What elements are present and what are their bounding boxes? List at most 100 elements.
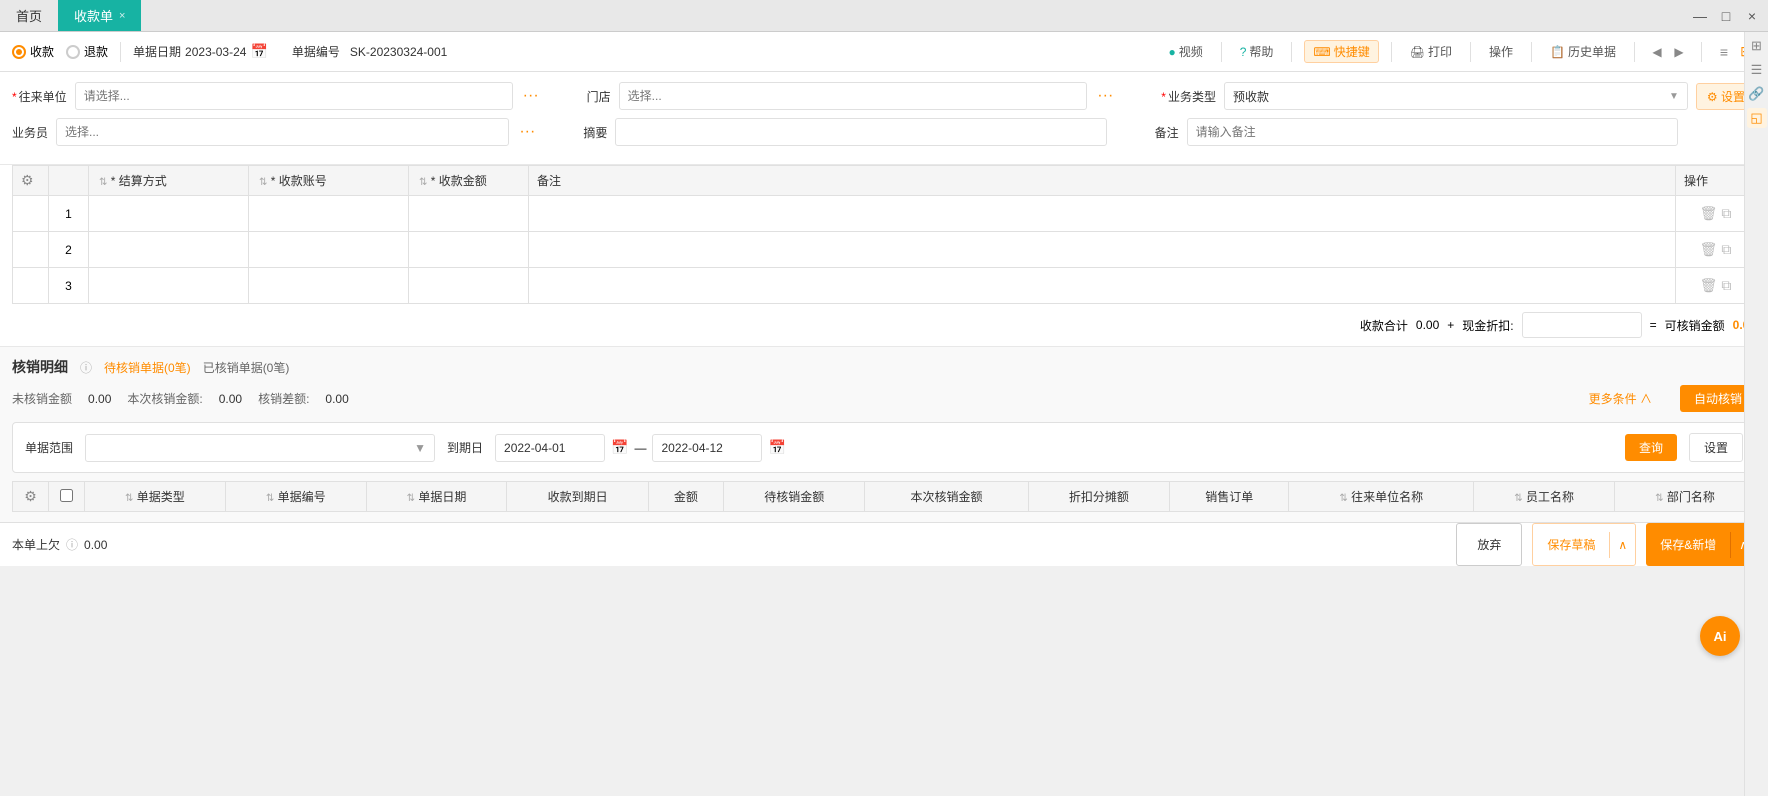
top-toolbar: 收款 退款 单据日期 2023-03-24 📅 单据编号 SK-20230324… (0, 32, 1768, 72)
help-button[interactable]: ? 帮助 (1234, 41, 1280, 62)
row3-copy-icon[interactable]: ⧉ (1721, 277, 1731, 294)
date-range-separator: — (634, 441, 646, 455)
discount-input[interactable] (1522, 312, 1642, 338)
date-calendar-icon[interactable]: 📅 (250, 43, 267, 60)
sidebar-table-icon[interactable]: ⊞ (1747, 36, 1767, 56)
row1-method[interactable] (89, 196, 249, 232)
operation-button[interactable]: 操作 (1483, 41, 1519, 62)
history-icon: 📋 (1550, 45, 1565, 59)
refund-radio[interactable]: 退款 (66, 43, 108, 60)
store-more-icon[interactable]: ··· (1097, 87, 1113, 105)
remark-section: 备注 (1155, 118, 1678, 146)
row3-amount[interactable] (409, 268, 529, 304)
date-to-input[interactable] (652, 434, 762, 462)
close-button[interactable]: × (1740, 4, 1764, 28)
help-label: 帮助 (1249, 43, 1273, 60)
draft-button[interactable]: 保存草稿 ∧ (1532, 523, 1636, 566)
summary-section: 摘要 (583, 118, 1106, 146)
more-conditions-button[interactable]: 更多条件 ∧ (1589, 390, 1652, 407)
row3-account[interactable] (249, 268, 409, 304)
btable-date-header: ⇅ 单据日期 (366, 482, 507, 512)
store-input[interactable] (619, 82, 1088, 110)
table-gear-icon[interactable]: ⚙ (21, 172, 34, 188)
table-section: ⚙ ⇅ * 结算方式 ⇅ * 收款账号 ⇅ * 收款金额 备 (0, 165, 1768, 304)
video-button[interactable]: ● 视频 (1162, 41, 1208, 62)
tab-home[interactable]: 首页 (0, 0, 58, 31)
history-button[interactable]: 📋 历史单据 (1544, 41, 1622, 62)
account-sort-icon: ⇅ (259, 177, 267, 188)
receipt-radio[interactable]: 收款 (12, 43, 54, 60)
remark-input[interactable] (1187, 118, 1678, 146)
nav-prev-button[interactable]: ◀ (1647, 42, 1667, 62)
draft-button-label[interactable]: 保存草稿 (1533, 530, 1609, 559)
range-select[interactable]: ▼ (85, 434, 435, 462)
btable-gear-icon[interactable]: ⚙ (24, 488, 37, 504)
nav-next-button[interactable]: ▶ (1669, 42, 1689, 62)
number-value: SK-20230324-001 (350, 45, 447, 59)
row1-copy-icon[interactable]: ⧉ (1721, 205, 1731, 222)
sidebar-expand-icon[interactable]: ◱ (1747, 108, 1767, 128)
maximize-button[interactable]: □ (1714, 4, 1738, 28)
row2-delete-icon[interactable]: 🗑 (1700, 241, 1718, 258)
summary-input[interactable] (615, 118, 1106, 146)
minimize-button[interactable]: — (1688, 4, 1712, 28)
reconcile-title: 核销明细 (12, 357, 68, 377)
row1-amount[interactable] (409, 196, 529, 232)
date-from-input[interactable] (495, 434, 605, 462)
query-button[interactable]: 查询 (1625, 434, 1677, 461)
select-all-checkbox[interactable] (60, 489, 73, 502)
receipt-refund-group: 收款 退款 (12, 43, 108, 60)
row2-method[interactable] (89, 232, 249, 268)
list-view-button[interactable]: ≡ (1714, 42, 1734, 62)
row3-remark[interactable] (529, 268, 1676, 304)
reconcile-info-icon[interactable]: ⓘ (80, 359, 92, 376)
row2-remark[interactable] (529, 232, 1676, 268)
tab-active[interactable]: 收款单 × (58, 0, 141, 31)
footer-info-icon[interactable]: ⓘ (66, 536, 78, 553)
salesperson-input[interactable] (56, 118, 509, 146)
row1-remark[interactable] (529, 196, 1676, 232)
ai-button[interactable]: Ai (1700, 616, 1740, 656)
row3-settings (13, 268, 49, 304)
page-wrapper: 首页 收款单 × — □ × 收款 退款 单据日期 2023-03-24 📅 (0, 0, 1768, 796)
btable-discount-header: 折扣分摊额 (1028, 482, 1169, 512)
main-form: 往来单位 ··· 门店 ··· 业务类型 预收款 ▼ ⚙ 设置 (0, 72, 1768, 165)
unreconciled-value: 0.00 (88, 392, 111, 406)
row3-delete-icon[interactable]: 🗑 (1700, 277, 1718, 294)
save-button-label[interactable]: 保存&新增 (1646, 530, 1730, 559)
print-button[interactable]: 🖨 打印 (1404, 41, 1458, 62)
due-date-label: 到期日 (447, 439, 483, 456)
date-from-calendar-icon[interactable]: 📅 (611, 439, 628, 456)
amount-sort-icon: ⇅ (419, 177, 427, 188)
amount-header-label: * 收款金额 (431, 174, 487, 188)
receipt-radio-dot (12, 45, 26, 59)
toolbar-divider-2 (1221, 42, 1222, 62)
discard-button[interactable]: 放弃 (1456, 523, 1522, 566)
draft-arrow-icon[interactable]: ∧ (1609, 532, 1635, 558)
salesperson-more-icon[interactable]: ··· (519, 123, 535, 141)
toolbar-divider-4 (1391, 42, 1392, 62)
counterpart-label: 往来单位 (12, 88, 67, 105)
tab-close-icon[interactable]: × (119, 10, 125, 22)
row2-copy-icon[interactable]: ⧉ (1721, 241, 1731, 258)
filter-settings-button[interactable]: 设置 (1689, 433, 1743, 462)
date-to-calendar-icon[interactable]: 📅 (768, 439, 785, 456)
counterpart-input[interactable] (75, 82, 513, 110)
row1-delete-icon[interactable]: 🗑 (1700, 205, 1718, 222)
business-type-select[interactable]: 预收款 ▼ (1224, 82, 1688, 110)
btable-type-header: ⇅ 单据类型 (85, 482, 226, 512)
sidebar-list-icon[interactable]: ☰ (1747, 60, 1767, 80)
receipt-label: 收款 (30, 43, 54, 60)
sidebar-link-icon[interactable]: 🔗 (1747, 84, 1767, 104)
shortcut-button[interactable]: ⌨ 快捷键 (1304, 40, 1378, 63)
shortcut-label: 快捷键 (1334, 43, 1370, 60)
done-tab[interactable]: 已核销单据(0笔) (203, 359, 290, 376)
counterpart-more-icon[interactable]: ··· (523, 87, 539, 105)
pending-tab[interactable]: 待核销单据(0笔) (104, 359, 191, 376)
dept-sort-icon: ⇅ (1655, 493, 1663, 504)
row2-amount[interactable] (409, 232, 529, 268)
save-button[interactable]: 保存&新增 ∧ (1646, 523, 1756, 566)
row2-account[interactable] (249, 232, 409, 268)
row3-method[interactable] (89, 268, 249, 304)
row1-account[interactable] (249, 196, 409, 232)
